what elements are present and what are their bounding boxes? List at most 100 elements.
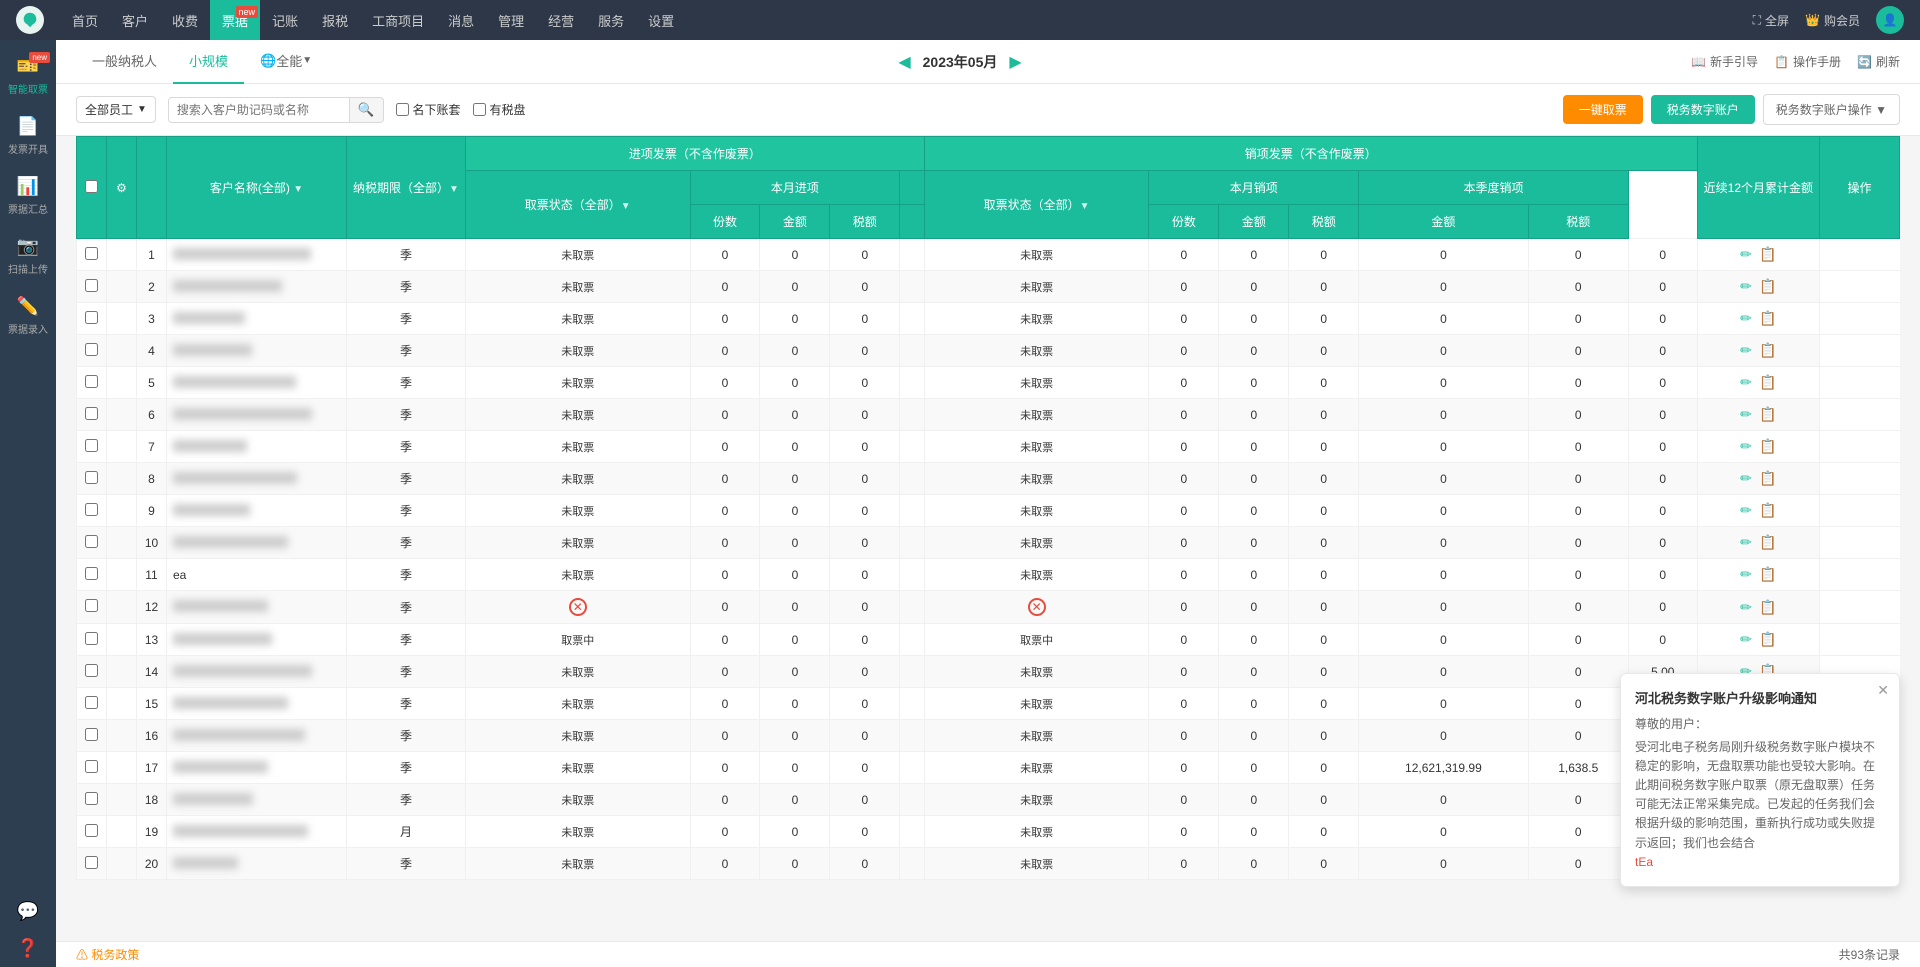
tab-full[interactable]: 🌐 全能 ▼ xyxy=(244,40,328,84)
nav-item-首页[interactable]: 首页 xyxy=(60,0,110,40)
edit-icon[interactable]: ✏ xyxy=(1740,502,1752,518)
row-checkbox[interactable] xyxy=(85,792,98,805)
notification-close-btn[interactable]: ✕ xyxy=(1877,682,1889,699)
copy-icon[interactable]: 📋 xyxy=(1759,470,1776,486)
nav-item-服务[interactable]: 服务 xyxy=(586,0,636,40)
edit-icon[interactable]: ✏ xyxy=(1740,406,1752,422)
row-checkbox[interactable] xyxy=(85,824,98,837)
edit-icon[interactable]: ✏ xyxy=(1740,631,1752,647)
nav-item-消息[interactable]: 消息 xyxy=(436,0,486,40)
row-checkbox[interactable] xyxy=(85,567,98,580)
sidebar-item-invoice-entry[interactable]: ✏️ 票据录入 xyxy=(0,288,56,344)
copy-icon[interactable]: 📋 xyxy=(1759,310,1776,326)
edit-icon[interactable]: ✏ xyxy=(1740,374,1752,390)
tab-general-taxpayer[interactable]: 一般纳税人 xyxy=(76,40,173,84)
down-account-checkbox[interactable] xyxy=(396,103,409,116)
edit-icon[interactable]: ✏ xyxy=(1740,470,1752,486)
row-checkbox[interactable] xyxy=(85,856,98,869)
copy-icon[interactable]: 📋 xyxy=(1759,502,1776,518)
new-guide-link[interactable]: 📖 新手引导 xyxy=(1691,53,1758,70)
tax-digital-account-btn[interactable]: 税务数字账户 xyxy=(1651,95,1755,124)
col-empty2 xyxy=(900,205,925,239)
row-client-name xyxy=(167,591,347,624)
nav-item-设置[interactable]: 设置 xyxy=(636,0,686,40)
next-month-btn[interactable]: ▶ xyxy=(1009,52,1021,72)
nav-item-工商项目[interactable]: 工商项目 xyxy=(360,0,436,40)
row-checkbox[interactable] xyxy=(85,503,98,516)
nav-item-收费[interactable]: 收费 xyxy=(160,0,210,40)
row-checkbox[interactable] xyxy=(85,632,98,645)
manual-link[interactable]: 📋 操作手册 xyxy=(1774,53,1841,70)
row-checkbox[interactable] xyxy=(85,311,98,324)
row-checkbox[interactable] xyxy=(85,439,98,452)
one-click-fetch-btn[interactable]: 一键取票 xyxy=(1563,95,1643,124)
down-account-checkbox-label[interactable]: 名下账套 xyxy=(396,101,461,118)
nav-item-记账[interactable]: 记账 xyxy=(260,0,310,40)
edit-icon[interactable]: ✏ xyxy=(1740,566,1752,582)
copy-icon[interactable]: 📋 xyxy=(1759,278,1776,294)
row-settings xyxy=(107,688,137,720)
search-input[interactable] xyxy=(169,99,349,121)
new-badge: new xyxy=(29,52,50,63)
copy-icon[interactable]: 📋 xyxy=(1759,534,1776,550)
copy-icon[interactable]: 📋 xyxy=(1759,566,1776,582)
sidebar-item-invoice-summary[interactable]: 📊 票据汇总 xyxy=(0,168,56,224)
fullscreen-btn[interactable]: ⛶ 全屏 xyxy=(1753,12,1789,29)
nav-item-票据[interactable]: 票据new xyxy=(210,0,260,40)
tax-digital-op-btn[interactable]: 税务数字账户操作 ▼ xyxy=(1763,94,1900,125)
row-checkbox[interactable] xyxy=(85,375,98,388)
edit-icon[interactable]: ✏ xyxy=(1740,534,1752,550)
sidebar-item-help[interactable]: ❓ xyxy=(13,930,43,967)
select-all-checkbox[interactable] xyxy=(85,180,98,193)
nav-item-报税[interactable]: 报税 xyxy=(310,0,360,40)
sidebar-item-scan-upload[interactable]: 📷 扫描上传 xyxy=(0,228,56,284)
row-checkbox[interactable] xyxy=(85,760,98,773)
copy-icon[interactable]: 📋 xyxy=(1759,631,1776,647)
tab-small-scale[interactable]: 小规模 xyxy=(173,40,244,84)
copy-icon[interactable]: 📋 xyxy=(1759,406,1776,422)
row-checkbox[interactable] xyxy=(85,535,98,548)
row-checkbox[interactable] xyxy=(85,471,98,484)
copy-icon[interactable]: 📋 xyxy=(1759,438,1776,454)
col-current-month-sale: 本月销项 xyxy=(1149,171,1359,205)
edit-icon[interactable]: ✏ xyxy=(1740,438,1752,454)
row-checkbox[interactable] xyxy=(85,247,98,260)
tax-disk-checkbox[interactable] xyxy=(473,103,486,116)
nav-item-客户[interactable]: 客户 xyxy=(110,0,160,40)
row-checkbox[interactable] xyxy=(85,599,98,612)
tax-policy-link[interactable]: ⚠ 税务政策 xyxy=(76,946,139,963)
row-actions: ✏ 📋 xyxy=(1697,399,1819,431)
copy-icon[interactable]: 📋 xyxy=(1759,374,1776,390)
row-cum12: 0 xyxy=(1628,303,1697,335)
row-period: 季 xyxy=(347,624,466,656)
row-checkbox[interactable] xyxy=(85,343,98,356)
copy-icon[interactable]: 📋 xyxy=(1759,342,1776,358)
edit-icon[interactable]: ✏ xyxy=(1740,246,1752,262)
nav-item-经营[interactable]: 经营 xyxy=(536,0,586,40)
member-btn[interactable]: 👑 购会员 xyxy=(1805,12,1860,29)
copy-icon[interactable]: 📋 xyxy=(1759,246,1776,262)
user-avatar[interactable]: 👤 xyxy=(1876,6,1904,34)
edit-icon[interactable]: ✏ xyxy=(1740,310,1752,326)
nav-item-管理[interactable]: 管理 xyxy=(486,0,536,40)
row-checkbox[interactable] xyxy=(85,728,98,741)
copy-icon[interactable]: 📋 xyxy=(1759,599,1776,615)
search-button[interactable]: 🔍 xyxy=(349,98,383,122)
edit-icon[interactable]: ✏ xyxy=(1740,342,1752,358)
sidebar-item-chat[interactable]: 💬 xyxy=(13,893,43,930)
row-amount-q: 0 xyxy=(1359,335,1529,367)
row-checkbox[interactable] xyxy=(85,664,98,677)
row-checkbox[interactable] xyxy=(85,696,98,709)
edit-icon[interactable]: ✏ xyxy=(1740,278,1752,294)
row-checkbox[interactable] xyxy=(85,407,98,420)
refresh-link[interactable]: 🔄 刷新 xyxy=(1857,53,1900,70)
sidebar-item-smart-ticket[interactable]: 🎫 智能取票 new xyxy=(0,48,56,104)
employee-select[interactable]: 全部员工 ▼ xyxy=(76,96,156,123)
row-checkbox[interactable] xyxy=(85,279,98,292)
tax-disk-checkbox-label[interactable]: 有税盘 xyxy=(473,101,526,118)
invoice-entry-icon: ✏️ xyxy=(17,296,39,317)
row-empty xyxy=(900,335,925,367)
sidebar-item-invoice-open[interactable]: 📄 发票开具 xyxy=(0,108,56,164)
prev-month-btn[interactable]: ◀ xyxy=(898,52,910,72)
edit-icon[interactable]: ✏ xyxy=(1740,599,1752,615)
